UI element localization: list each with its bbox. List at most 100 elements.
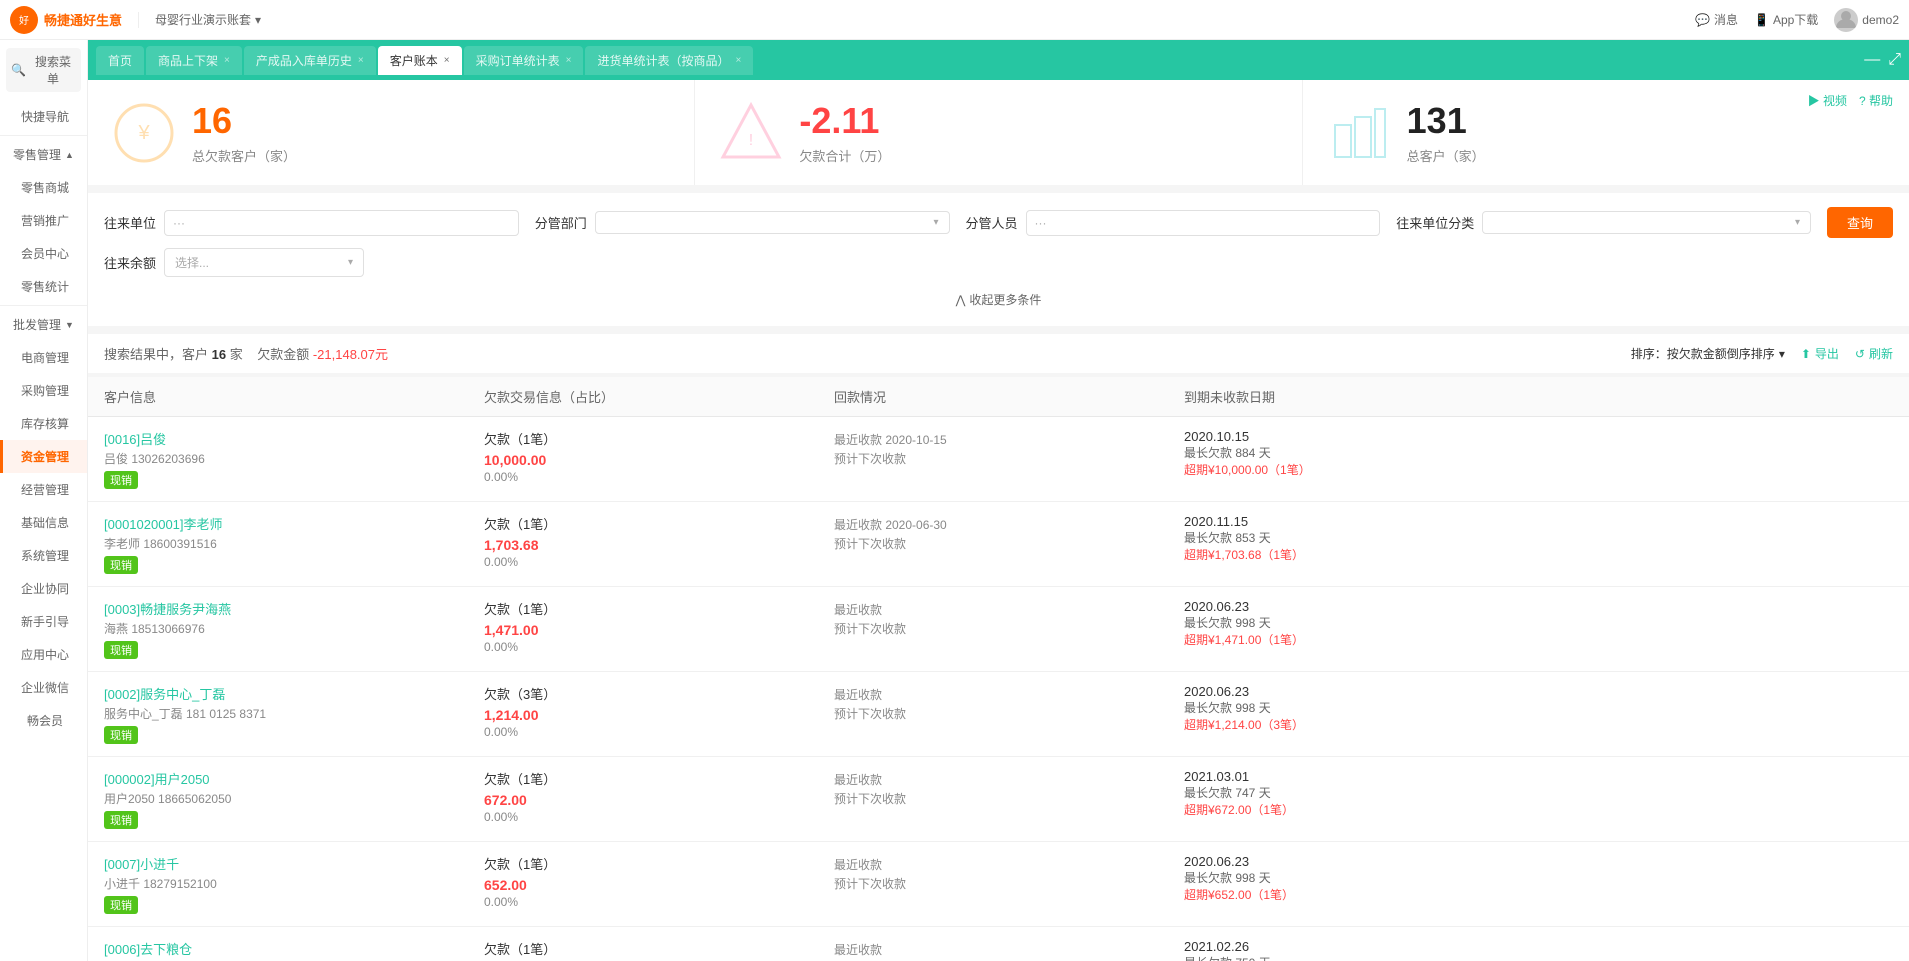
sidebar-item-newbie[interactable]: 新手引导: [0, 605, 87, 638]
sidebar-item-retail-mgmt[interactable]: 零售管理 ▲: [0, 138, 87, 171]
filter-manager: 分管人员 ···: [966, 210, 1381, 236]
export-btn[interactable]: ⬆ 导出: [1801, 345, 1839, 362]
stat-icon-2: !: [719, 101, 783, 165]
table-row: [0007]小进千 小进千 18279152100 现销 欠款（1笔） 652.…: [88, 842, 1909, 927]
sidebar-item-retail-stats[interactable]: 零售统计: [0, 270, 87, 303]
manager-input[interactable]: ···: [1026, 210, 1381, 236]
sort-select[interactable]: 排序：按欠款金额倒序排序 ▾: [1631, 345, 1785, 362]
customer-name[interactable]: [0003]畅捷服务尹海燕: [104, 599, 484, 618]
due-date: 2020.11.15: [1184, 514, 1893, 529]
due-cell: 2021.02.26 最长欠款 750 天 超期¥455.90（1笔）: [1184, 939, 1893, 961]
sidebar-item-batch-mgmt[interactable]: 批发管理 ▼: [0, 308, 87, 341]
app-download-btn[interactable]: 📱 App下载: [1754, 11, 1818, 28]
tabs-minimize-icon[interactable]: —: [1864, 51, 1880, 69]
sidebar-item-inventory[interactable]: 库存核算: [0, 407, 87, 440]
phone-icon: 📱: [1754, 13, 1769, 27]
search-btn[interactable]: 查询: [1827, 207, 1893, 238]
collapse-btn[interactable]: ⋀ 收起更多条件: [104, 287, 1893, 312]
stat-content-2: -2.11 欠款合计（万）: [799, 100, 1277, 165]
sidebar-item-system[interactable]: 系统管理: [0, 539, 87, 572]
overdue[interactable]: 超期¥652.00（1笔）: [1184, 886, 1893, 903]
tab-close-icon[interactable]: ×: [444, 55, 450, 66]
sidebar-item-quick-nav[interactable]: 快捷导航: [0, 100, 87, 133]
sidebar-item-enterprise[interactable]: 企业协同: [0, 572, 87, 605]
debt-count: 欠款（1笔）: [484, 429, 834, 448]
tab-close-icon[interactable]: ×: [566, 55, 572, 66]
debt-amount[interactable]: 672.00: [484, 792, 834, 808]
tab-customer-account[interactable]: 客户账本 ×: [378, 46, 462, 75]
customer-info-cell: [000002]用户2050 用户2050 18665062050 现销: [104, 769, 484, 829]
video-btn[interactable]: ▶ 视频: [1808, 92, 1847, 109]
tab-home[interactable]: 首页: [96, 46, 144, 75]
table-row: [000002]用户2050 用户2050 18665062050 现销 欠款（…: [88, 757, 1909, 842]
debt-count: 欠款（3笔）: [484, 684, 834, 703]
sidebar-item-vip[interactable]: 畅会员: [0, 704, 87, 737]
next-collect: 预计下次收款: [834, 620, 1184, 637]
sidebar-label: 经营管理: [21, 483, 69, 497]
overdue[interactable]: 超期¥672.00（1笔）: [1184, 801, 1893, 818]
tab-close-icon[interactable]: ×: [358, 55, 364, 66]
tabs-expand-icon[interactable]: ⤢: [1888, 51, 1901, 69]
customer-name[interactable]: [0016]吕俊: [104, 429, 484, 448]
unit-class-select[interactable]: ▾: [1482, 211, 1811, 234]
search-menu-btn[interactable]: 🔍 搜索菜单: [6, 48, 81, 92]
debt-info-cell: 欠款（1笔） 1,703.68 0.00%: [484, 514, 834, 569]
tab-import-stats[interactable]: 进货单统计表（按商品） ×: [585, 46, 753, 75]
customer-name[interactable]: [0002]服务中心_丁磊: [104, 684, 484, 703]
debt-amount[interactable]: 1,703.68: [484, 537, 834, 553]
sidebar-item-corp-wechat[interactable]: 企业微信: [0, 671, 87, 704]
sidebar-item-finance[interactable]: 资金管理: [0, 440, 87, 473]
customer-name[interactable]: [0001020001]李老师: [104, 514, 484, 533]
stat-label-debt-total: 欠款合计（万）: [799, 146, 1277, 165]
sidebar-item-business[interactable]: 经营管理: [0, 473, 87, 506]
from-unit-dots: ···: [173, 216, 185, 230]
sidebar-item-retail-store[interactable]: 零售商城: [0, 171, 87, 204]
stat-number-debt-customers: 16: [192, 100, 670, 142]
result-unit: 家: [230, 347, 243, 362]
next-collect: 预计下次收款: [834, 450, 1184, 467]
due-date: 2021.02.26: [1184, 939, 1893, 954]
customer-name[interactable]: [0007]小进千: [104, 854, 484, 873]
sidebar-item-ecommerce[interactable]: 电商管理: [0, 341, 87, 374]
dept-select[interactable]: ▾: [595, 211, 950, 234]
refresh-btn[interactable]: ↺ 刷新: [1855, 345, 1893, 362]
debt-amount[interactable]: 1,214.00: [484, 707, 834, 723]
sidebar-item-purchase[interactable]: 采购管理: [0, 374, 87, 407]
recover-cell: 最近收款 预计下次收款: [834, 939, 1184, 961]
tab-close-icon[interactable]: ×: [224, 55, 230, 66]
overdue[interactable]: 超期¥1,703.68（1笔）: [1184, 546, 1893, 563]
remaining-select[interactable]: 选择... ▾: [164, 248, 364, 277]
overdue[interactable]: 超期¥1,214.00（3笔）: [1184, 716, 1893, 733]
message-btn[interactable]: 💬 消息: [1695, 11, 1738, 28]
top-bar-right: 💬 消息 📱 App下载 demo2: [1695, 8, 1899, 32]
sidebar-item-basic-info[interactable]: 基础信息: [0, 506, 87, 539]
customer-name[interactable]: [0006]去下粮仓: [104, 939, 484, 958]
tab-close-icon[interactable]: ×: [735, 55, 741, 66]
tab-products-offline[interactable]: 商品上下架 ×: [146, 46, 242, 75]
app-download-label: App下载: [1773, 11, 1818, 28]
search-menu-label: 搜索菜单: [30, 53, 76, 87]
tab-purchase-stats[interactable]: 采购订单统计表 ×: [464, 46, 584, 75]
overdue[interactable]: 超期¥1,471.00（1笔）: [1184, 631, 1893, 648]
next-collect: 预计下次收款: [834, 535, 1184, 552]
debt-amount[interactable]: 1,471.00: [484, 622, 834, 638]
user-area[interactable]: demo2: [1834, 8, 1899, 32]
logo-icon: 好: [10, 6, 38, 34]
overdue[interactable]: 超期¥10,000.00（1笔）: [1184, 461, 1893, 478]
from-unit-input[interactable]: ···: [164, 210, 519, 236]
refresh-icon: ↺: [1855, 347, 1865, 361]
help-btn[interactable]: ? 帮助: [1859, 92, 1893, 109]
sidebar-item-app-center[interactable]: 应用中心: [0, 638, 87, 671]
debt-info-cell: 欠款（1笔） 652.00 0.00%: [484, 854, 834, 909]
customer-count: 16: [212, 347, 226, 362]
store-selector[interactable]: 母婴行业演示账套 ▾: [155, 11, 261, 28]
tab-production-history[interactable]: 产成品入库单历史 ×: [244, 46, 376, 75]
sidebar-item-marketing[interactable]: 营销推广: [0, 204, 87, 237]
due-date: 2020.06.23: [1184, 599, 1893, 614]
debt-amount[interactable]: 652.00: [484, 877, 834, 893]
tab-label: 采购订单统计表: [476, 52, 560, 69]
sidebar-label: 系统管理: [21, 549, 69, 563]
customer-name[interactable]: [000002]用户2050: [104, 769, 484, 788]
sidebar-item-member[interactable]: 会员中心: [0, 237, 87, 270]
debt-amount[interactable]: 10,000.00: [484, 452, 834, 468]
